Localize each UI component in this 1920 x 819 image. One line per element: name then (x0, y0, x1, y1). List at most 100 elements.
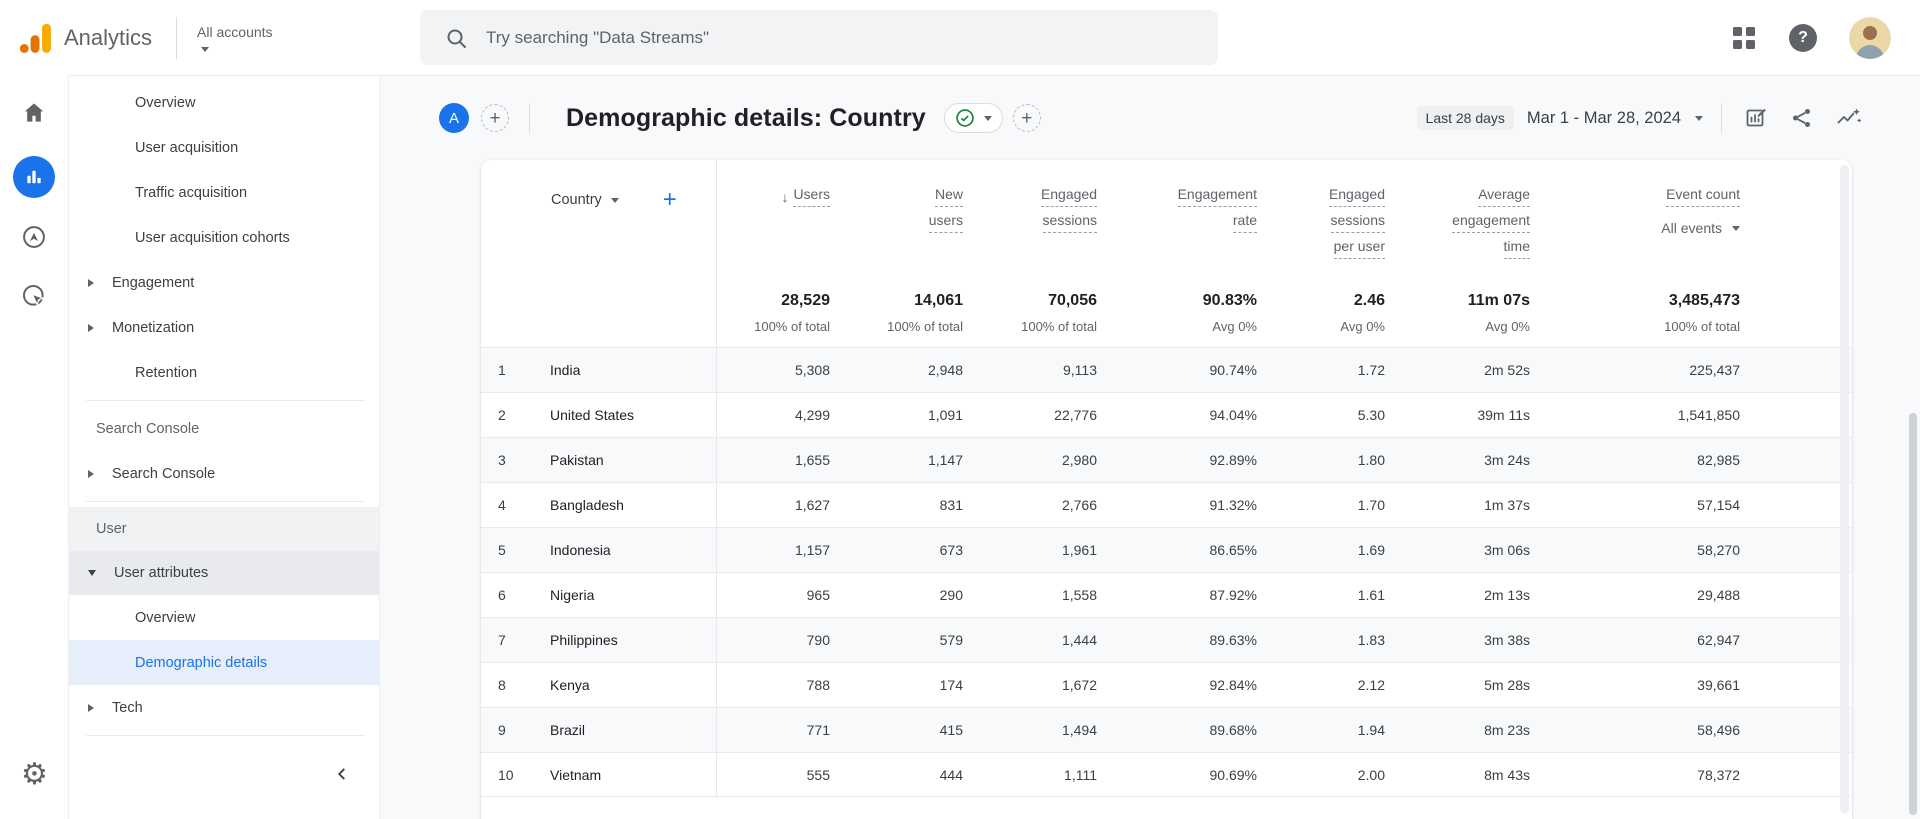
column-header-engaged_sessions[interactable]: Engaged sessions (963, 160, 1097, 285)
event-count-type-selector[interactable]: All events (1661, 220, 1740, 236)
insights-button[interactable] (1836, 106, 1862, 130)
advertising-button[interactable] (0, 274, 69, 318)
help-button[interactable]: ? (1789, 24, 1817, 52)
country-name: United States (550, 407, 635, 423)
cell-country: 2 United States (481, 393, 717, 437)
nav-overview[interactable]: Overview (69, 80, 379, 125)
cell-engaged_sessions: 1,961 (1061, 542, 1097, 558)
table-scrollbar[interactable] (1840, 165, 1849, 814)
nav-user-attributes[interactable]: User attributes (69, 551, 379, 595)
account-switcher[interactable]: All accounts (197, 24, 273, 52)
cell-engagement_rate: 90.74% (1209, 362, 1257, 378)
nav-monetization[interactable]: Monetization (69, 305, 379, 350)
cell-engagement_rate: 94.04% (1209, 407, 1257, 423)
cell-country: 9 Brazil (481, 708, 717, 752)
cell-new_users: 2,948 (927, 362, 963, 378)
row-rank: 9 (498, 722, 506, 738)
report-header: A + Demographic details: Country + Last … (380, 76, 1920, 160)
cell-engaged_sessions_per_user: 1.61 (1357, 587, 1385, 603)
cell-engaged_sessions: 1,672 (1061, 677, 1097, 693)
insights-sparkline-icon (1837, 108, 1862, 124)
app-top-bar: Analytics All accounts ? (0, 0, 1920, 76)
cell-country: 10 Vietnam (481, 753, 717, 796)
column-header-new_users[interactable]: New users (830, 160, 963, 285)
cell-engaged_sessions_per_user: 1.94 (1357, 722, 1385, 738)
search-bar[interactable] (420, 10, 1218, 65)
analytics-logo-icon (16, 18, 56, 58)
cell-engagement_rate: 86.65% (1209, 542, 1257, 558)
column-header-users[interactable]: ↓ Users (717, 160, 830, 285)
nav-user-acquisition-cohorts[interactable]: User acquisition cohorts (69, 215, 379, 260)
page-scrollbar[interactable] (1909, 413, 1917, 815)
nav-retention[interactable]: Retention (69, 350, 379, 395)
chevron-down-icon (610, 197, 619, 203)
apps-grid-button[interactable] (1733, 27, 1755, 49)
explore-compass-icon (23, 226, 45, 248)
dimension-selector[interactable]: Country (551, 188, 619, 212)
nav-engagement[interactable]: Engagement (69, 260, 379, 305)
app-title: Analytics (64, 25, 153, 50)
cell-engaged_sessions: 2,766 (1061, 497, 1097, 513)
column-header-avg_engagement_time[interactable]: Average engagement time (1385, 160, 1530, 285)
expand-icon (88, 469, 94, 478)
dimension-selector-label: Country (551, 192, 602, 208)
cell-users: 4,299 (794, 407, 830, 423)
column-header-engagement_rate[interactable]: Engagement rate (1097, 160, 1257, 285)
country-name: Nigeria (550, 587, 595, 603)
chevron-down-icon (983, 115, 992, 121)
cell-country: 5 Indonesia (481, 528, 717, 572)
nav-traffic-acquisition[interactable]: Traffic acquisition (69, 170, 379, 215)
table-row: 1 India 5,308 2,948 9,113 90.74% 1.72 2m 52s 225… (481, 347, 1852, 392)
admin-settings-button[interactable]: ⚙ (0, 753, 69, 797)
table-totals-row: 28,529 100% of total 14,061 100% of total 70… (481, 285, 1852, 347)
nav-label: User attributes (114, 565, 209, 581)
add-report-tab-button[interactable]: + (1012, 104, 1041, 132)
nav-demographic-details[interactable]: Demographic details (69, 640, 379, 685)
share-report-button[interactable] (1790, 106, 1814, 130)
cell-avg_engagement_time: 3m 38s (1484, 632, 1530, 648)
chevron-left-icon (337, 768, 345, 780)
cell-engagement_rate: 89.68% (1209, 722, 1257, 738)
cell-country: 4 Bangladesh (481, 483, 717, 527)
total-avg_engagement_time: 11m 07s Avg 0% (1467, 292, 1530, 334)
property-badge[interactable]: A (439, 103, 469, 133)
chevron-down-icon (1695, 115, 1703, 121)
cell-new_users: 1,091 (927, 407, 963, 423)
cell-event_count: 29,488 (1697, 587, 1740, 603)
nav-divider (86, 501, 365, 502)
search-input[interactable] (486, 27, 1218, 48)
column-header-engaged_sessions_per_user[interactable]: Engaged sessions per user (1257, 160, 1385, 285)
add-secondary-dimension-button[interactable]: + (663, 188, 677, 212)
country-name: India (550, 362, 581, 378)
cell-new_users: 1,147 (927, 452, 963, 468)
explore-button[interactable] (0, 215, 69, 259)
collapse-sidebar-button[interactable] (331, 763, 353, 788)
nav-user-attributes-overview[interactable]: Overview (69, 595, 379, 640)
reports-button[interactable] (0, 155, 69, 199)
nav-label: Search Console (112, 465, 216, 482)
chevron-down-icon (1732, 225, 1740, 231)
cell-avg_engagement_time: 2m 52s (1484, 362, 1530, 378)
report-status-pill[interactable] (943, 103, 1003, 133)
customize-report-button[interactable] (1744, 106, 1768, 130)
avatar[interactable] (1849, 17, 1891, 59)
cell-engaged_sessions_per_user: 5.30 (1357, 407, 1385, 423)
nav-tech[interactable]: Tech (69, 685, 379, 730)
cell-engagement_rate: 91.32% (1209, 497, 1257, 513)
total-engaged_sessions_per_user: 2.46 Avg 0% (1340, 292, 1385, 334)
nav-search-console[interactable]: Search Console (69, 451, 379, 496)
cell-users: 965 (806, 587, 830, 603)
nav-user-section: User User attributes (69, 507, 379, 595)
nav-user-acquisition[interactable]: User acquisition (69, 125, 379, 170)
add-comparison-button[interactable]: + (481, 104, 509, 132)
dimension-header: Country + (481, 160, 717, 285)
expand-icon (88, 703, 94, 712)
column-header-event_count[interactable]: Event count All events (1530, 160, 1838, 285)
totals-dimension-cell (481, 285, 717, 347)
date-range-selector[interactable]: Mar 1 - Mar 28, 2024 (1527, 109, 1681, 128)
table-row: 7 Philippines 790 579 1,444 89.63% 1.83 3m 38s 6… (481, 617, 1852, 662)
cell-engaged_sessions_per_user: 1.69 (1357, 542, 1385, 558)
cell-users: 1,157 (794, 542, 830, 558)
home-button[interactable] (0, 91, 69, 135)
cell-engaged_sessions_per_user: 1.80 (1357, 452, 1385, 468)
